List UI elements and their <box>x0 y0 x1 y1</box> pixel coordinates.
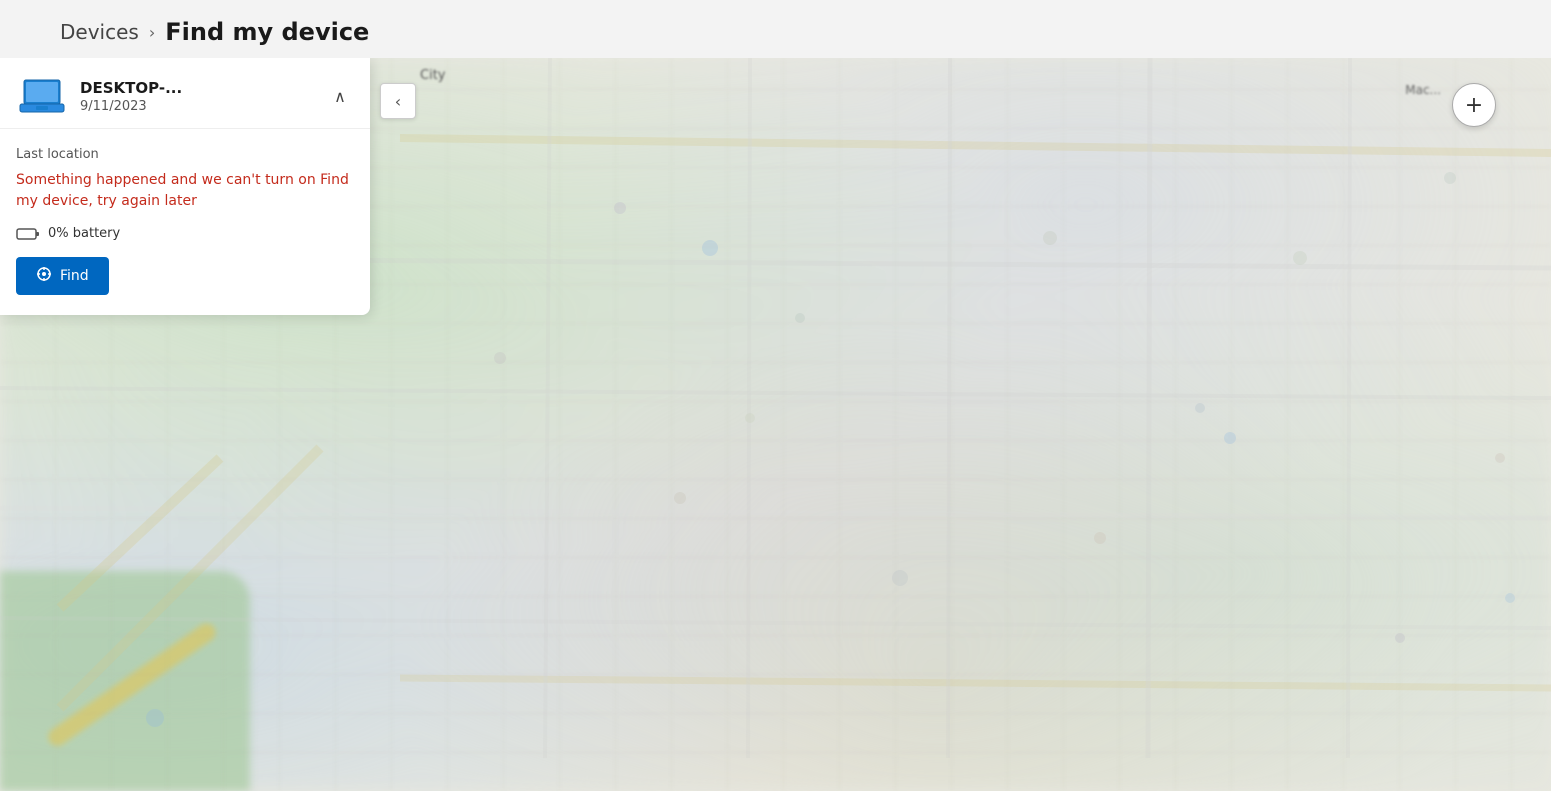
error-message: Something happened and we can't turn on … <box>16 170 354 212</box>
device-header-left: DESKTOP-... 9/11/2023 <box>16 76 182 116</box>
device-icon-wrap <box>16 76 68 116</box>
find-button-label: Find <box>60 268 89 284</box>
map-container: City Mac... + ‹ <box>0 58 1551 791</box>
breadcrumb-chevron-icon: › <box>149 23 155 42</box>
last-location-label: Last location <box>16 147 354 162</box>
device-info-panel: DESKTOP-... 9/11/2023 ∧ Last location So… <box>0 58 370 315</box>
device-name-label: DESKTOP-... <box>80 79 182 97</box>
device-header: DESKTOP-... 9/11/2023 ∧ <box>0 58 370 129</box>
battery-row: 0% battery <box>16 226 354 241</box>
map-city-label: City <box>420 68 445 83</box>
panel-collapse-toggle[interactable]: ∧ <box>326 82 354 110</box>
laptop-icon <box>18 78 66 114</box>
zoom-in-button[interactable]: + <box>1452 83 1496 127</box>
battery-text: 0% battery <box>48 226 120 241</box>
collapse-panel-button[interactable]: ‹ <box>380 83 416 119</box>
device-name-date: DESKTOP-... 9/11/2023 <box>80 79 182 114</box>
battery-icon <box>16 227 40 241</box>
find-button[interactable]: Find <box>16 257 109 295</box>
device-body: Last location Something happened and we … <box>0 129 370 295</box>
find-button-icon <box>36 266 52 286</box>
device-date-label: 9/11/2023 <box>80 99 182 114</box>
breadcrumb-devices-link[interactable]: Devices <box>60 20 139 44</box>
breadcrumb: Devices › Find my device <box>0 0 1551 58</box>
map-right-label: Mac... <box>1405 83 1441 97</box>
breadcrumb-current-page: Find my device <box>165 18 369 46</box>
